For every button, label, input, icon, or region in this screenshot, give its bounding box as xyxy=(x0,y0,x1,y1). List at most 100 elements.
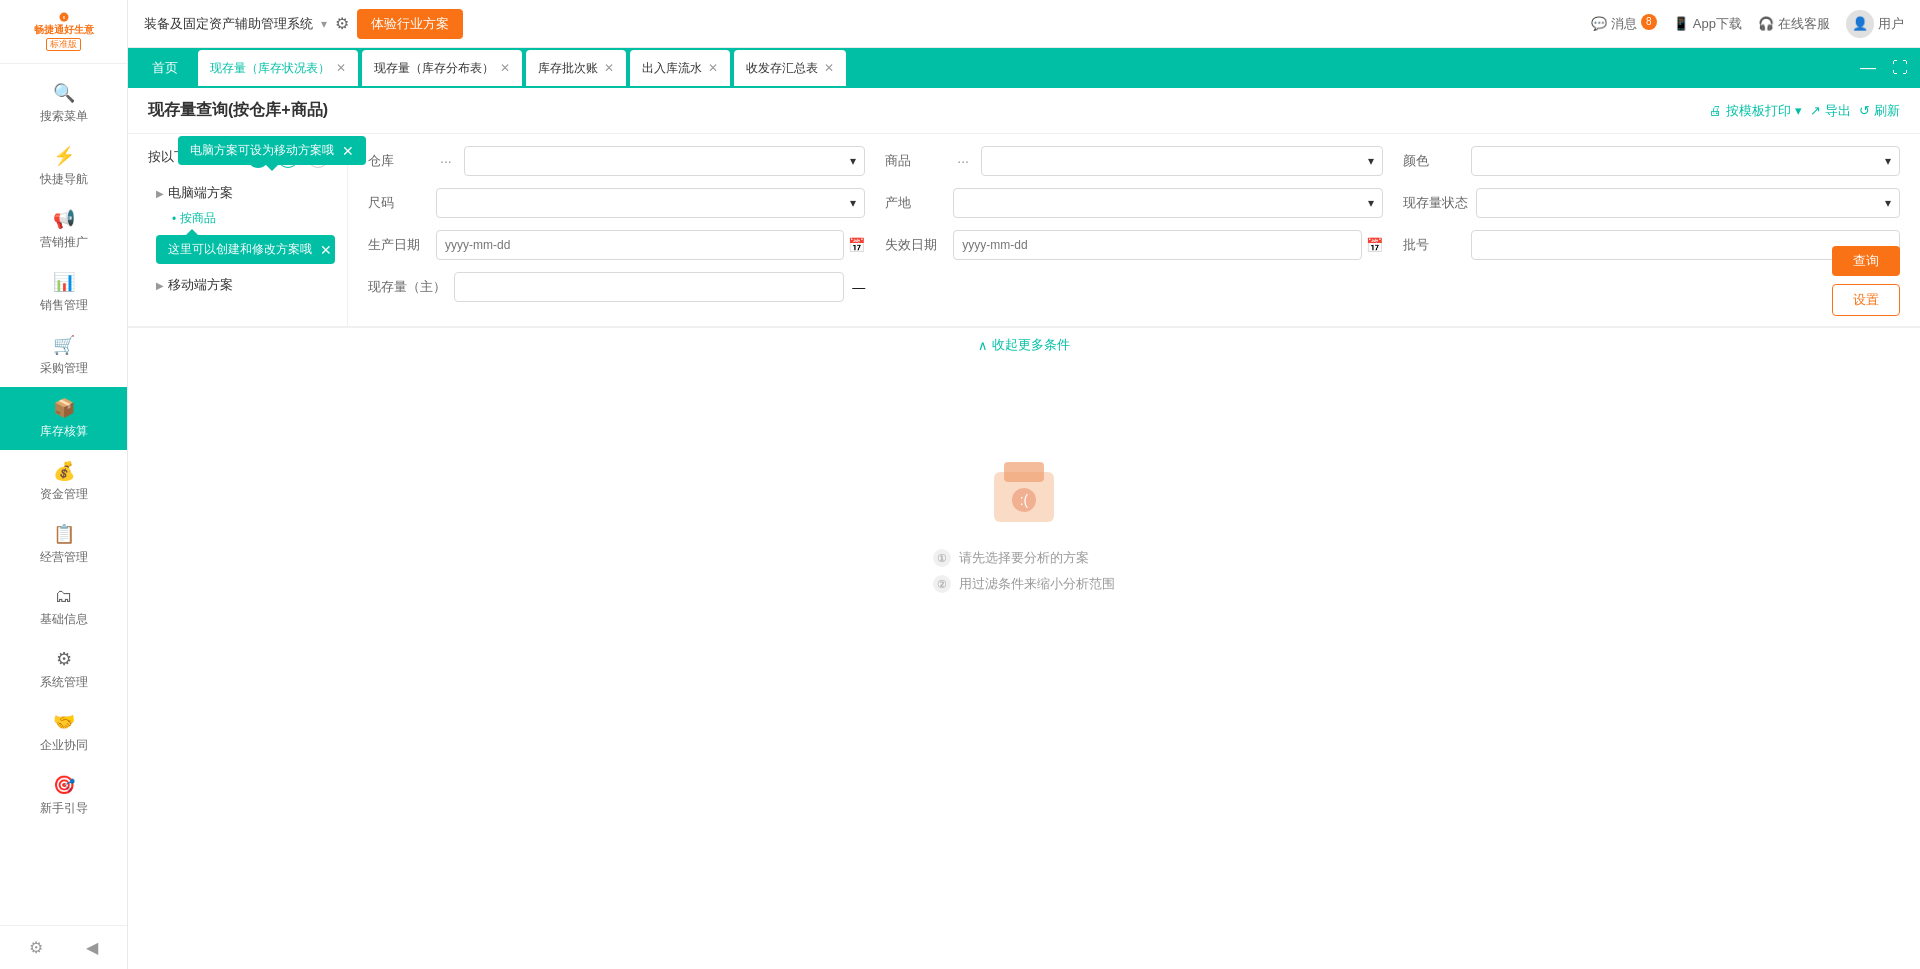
settings-footer-icon[interactable]: ⚙ xyxy=(29,938,43,957)
mobile-scheme-category[interactable]: ▶ 移动端方案 xyxy=(148,272,335,298)
app-logo-icon: 6 xyxy=(46,12,82,22)
phone-icon: 📱 xyxy=(1673,16,1689,31)
message-icon: 💬 xyxy=(1591,16,1607,31)
empty-state: :( ① 请先选择要分析的方案 ② 用过滤条件来缩小分析范围 xyxy=(128,362,1920,677)
main-filter-area: 按以下方案查询 + ⊕ ← 电脑方案可设为移动方案哦 ✕ ▶ xyxy=(128,134,1920,327)
app-download-action[interactable]: 📱 App下载 xyxy=(1673,15,1742,33)
print-dropdown-icon: ▾ xyxy=(1795,103,1802,118)
sidebar-item-inventory[interactable]: 📦 库存核算 xyxy=(0,387,127,450)
tab-close-batch[interactable]: ✕ xyxy=(604,62,614,74)
sidebar-item-search[interactable]: 🔍 搜索菜单 xyxy=(0,72,127,135)
page-actions: 🖨 按模板打印 ▾ ↗ 导出 ↺ 刷新 xyxy=(1709,102,1900,120)
goods-select[interactable]: ▾ xyxy=(981,146,1383,176)
sidebar-item-quicknav[interactable]: ⚡ 快捷导航 xyxy=(0,135,127,198)
stock-qty-min[interactable] xyxy=(454,272,844,302)
expire-date-start[interactable] xyxy=(953,230,1361,260)
system-name: 装备及固定资产辅助管理系统 xyxy=(144,15,313,33)
tab-inout[interactable]: 出入库流水 ✕ xyxy=(630,50,730,86)
tab-batch[interactable]: 库存批次账 ✕ xyxy=(526,50,626,86)
refresh-btn[interactable]: ↺ 刷新 xyxy=(1859,102,1900,120)
sidebar-logo: 6 畅捷通好生意 标准版 xyxy=(0,0,127,64)
top-header: 装备及固定资产辅助管理系统 ▾ ⚙ 体验行业方案 💬 消息 8 📱 App下载 … xyxy=(128,0,1920,48)
filter-bottom: ∧ 收起更多条件 xyxy=(128,327,1920,362)
guide-icon: 🎯 xyxy=(53,774,75,796)
tab-close-inout[interactable]: ✕ xyxy=(708,62,718,74)
sidebar-nav: 🔍 搜索菜单 ⚡ 快捷导航 📢 营销推广 📊 销售管理 🛒 采购管理 📦 库存核… xyxy=(0,64,127,925)
user-action[interactable]: 👤 用户 xyxy=(1846,10,1904,38)
step1-text: 请先选择要分析的方案 xyxy=(959,545,1089,571)
warehouse-label: 仓库 xyxy=(368,152,428,170)
size-select[interactable]: ▾ xyxy=(436,188,865,218)
online-support-action[interactable]: 🎧 在线客服 xyxy=(1758,15,1830,33)
tab-close-collect[interactable]: ✕ xyxy=(824,62,834,74)
pc-scheme-item-goods[interactable]: • 按商品 xyxy=(148,206,335,231)
search-icon: 🔍 xyxy=(53,82,75,104)
prod-date-calendar-icon[interactable]: 📅 xyxy=(848,237,865,253)
sidebar-item-operation[interactable]: 📋 经营管理 xyxy=(0,513,127,576)
mobile-arrow-icon: ▶ xyxy=(156,280,164,291)
marketing-icon: 📢 xyxy=(53,208,75,230)
operation-icon: 📋 xyxy=(53,523,75,545)
tab-maximize-btn[interactable]: ⛶ xyxy=(1888,56,1912,80)
tab-minimize-btn[interactable]: — xyxy=(1856,56,1880,80)
sidebar-footer: ⚙ ◀ xyxy=(0,925,127,969)
pc-scheme-category[interactable]: ▶ 电脑端方案 xyxy=(148,180,335,206)
app-download-label: App下载 xyxy=(1693,15,1742,33)
top-header-right: 💬 消息 8 📱 App下载 🎧 在线客服 👤 用户 xyxy=(1591,10,1904,38)
origin-select[interactable]: ▾ xyxy=(953,188,1382,218)
tooltip2-text: 这里可以创建和修改方案哦 xyxy=(168,241,312,258)
sidebar-item-sales[interactable]: 📊 销售管理 xyxy=(0,261,127,324)
trial-button[interactable]: 体验行业方案 xyxy=(357,9,463,39)
header-settings-icon[interactable]: ⚙ xyxy=(335,14,349,33)
pc-arrow-icon: ▶ xyxy=(156,188,164,199)
empty-text: ① 请先选择要分析的方案 ② 用过滤条件来缩小分析范围 xyxy=(933,545,1115,597)
search-button[interactable]: 查询 xyxy=(1832,246,1900,276)
prod-date-start[interactable] xyxy=(436,230,844,260)
sidebar-item-purchase[interactable]: 🛒 采购管理 xyxy=(0,324,127,387)
sidebar-item-system[interactable]: ⚙ 系统管理 xyxy=(0,638,127,701)
warehouse-more-icon[interactable]: ··· xyxy=(436,153,456,169)
expire-date-calendar-icon[interactable]: 📅 xyxy=(1366,237,1383,253)
goods-more-icon[interactable]: ··· xyxy=(953,153,973,169)
sidebar-item-basic[interactable]: 🗂 基础信息 xyxy=(0,576,127,638)
tooltip2-close[interactable]: ✕ xyxy=(320,243,332,257)
filter-area-wrapper: 按以下方案查询 + ⊕ ← 电脑方案可设为移动方案哦 ✕ ▶ xyxy=(128,134,1920,362)
tab-close-inventory-dist[interactable]: ✕ xyxy=(500,62,510,74)
tooltip1-close[interactable]: ✕ xyxy=(342,144,354,158)
collapse-sidebar-icon[interactable]: ◀ xyxy=(86,938,98,957)
prod-date-field: 生产日期 📅 xyxy=(368,230,865,260)
warehouse-select[interactable]: ▾ xyxy=(464,146,866,176)
sidebar-item-enterprise[interactable]: 🤝 企业协同 xyxy=(0,701,127,764)
print-btn[interactable]: 🖨 按模板打印 ▾ xyxy=(1709,102,1802,120)
stock-qty-label: 现存量（主） xyxy=(368,278,446,296)
stock-qty-sep: — xyxy=(852,280,865,295)
step2-text: 用过滤条件来缩小分析范围 xyxy=(959,571,1115,597)
tab-collect[interactable]: 收发存汇总表 ✕ xyxy=(734,50,846,86)
sidebar-item-marketing[interactable]: 📢 营销推广 xyxy=(0,198,127,261)
headset-icon: 🎧 xyxy=(1758,16,1774,31)
stock-qty-range: — xyxy=(454,272,865,302)
page-header: 现存量查询(按仓库+商品) 🖨 按模板打印 ▾ ↗ 导出 ↺ 刷新 xyxy=(128,88,1920,134)
left-scheme-panel: 按以下方案查询 + ⊕ ← 电脑方案可设为移动方案哦 ✕ ▶ xyxy=(148,146,348,326)
stock-qty-field: 现存量（主） — xyxy=(368,272,865,302)
tab-close-inventory-status[interactable]: ✕ xyxy=(336,62,346,74)
collapse-btn[interactable]: ∧ 收起更多条件 xyxy=(978,336,1070,354)
message-action[interactable]: 💬 消息 8 xyxy=(1591,15,1657,33)
user-avatar: 👤 xyxy=(1846,10,1874,38)
reset-button[interactable]: 设置 xyxy=(1832,284,1900,316)
origin-field: 产地 ▾ xyxy=(885,188,1382,218)
tab-inventory-status[interactable]: 现存量（库存状况表） ✕ xyxy=(198,50,358,86)
sidebar-item-guide[interactable]: 🎯 新手引导 xyxy=(0,764,127,827)
batch-field: 批号 xyxy=(1403,230,1900,260)
system-dropdown-icon[interactable]: ▾ xyxy=(321,17,327,31)
export-btn[interactable]: ↗ 导出 xyxy=(1810,102,1851,120)
logo-text: 畅捷通好生意 标准版 xyxy=(34,24,94,51)
tab-inventory-dist[interactable]: 现存量（库存分布表） ✕ xyxy=(362,50,522,86)
stock-status-field: 现存量状态 ▾ xyxy=(1403,188,1900,218)
batch-label: 批号 xyxy=(1403,236,1463,254)
color-select[interactable]: ▾ xyxy=(1471,146,1900,176)
stock-status-select[interactable]: ▾ xyxy=(1476,188,1900,218)
tab-home[interactable]: 首页 xyxy=(136,48,194,88)
collapse-up-icon: ∧ xyxy=(978,338,988,353)
sidebar-item-finance[interactable]: 💰 资金管理 xyxy=(0,450,127,513)
